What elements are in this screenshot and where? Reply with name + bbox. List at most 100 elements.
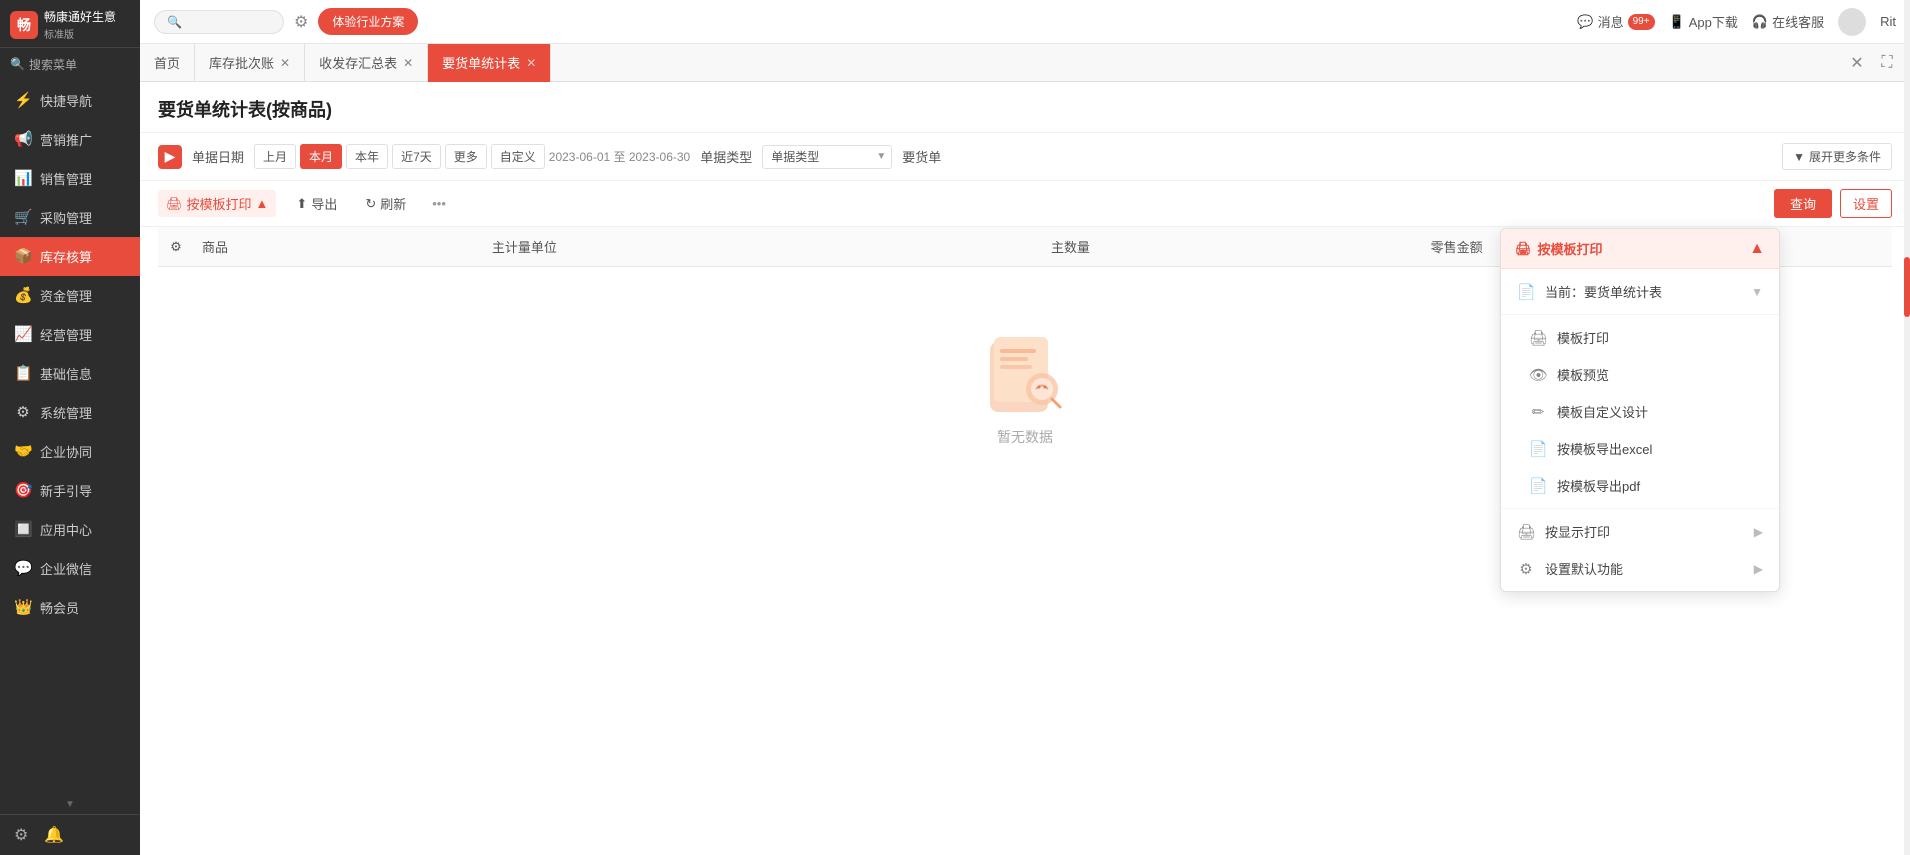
tab-close-btn[interactable]: ✕ — [1844, 50, 1870, 76]
date-range-display: 2023-06-01 至 2023-06-30 — [549, 148, 690, 165]
search-icon: 🔍 — [10, 57, 25, 71]
sidebar-item-quick-nav[interactable]: ⚡ 快捷导航 — [0, 81, 140, 120]
sidebar-item-marketing[interactable]: 📢 营销推广 — [0, 120, 140, 159]
sidebar-item-sales[interactable]: 📊 销售管理 — [0, 159, 140, 198]
sidebar-item-enterprise[interactable]: 🤝 企业协同 — [0, 432, 140, 471]
tab-order-label: 要货单统计表 — [442, 53, 520, 72]
app-version: 标准版 — [44, 26, 116, 41]
date-btn-this-month[interactable]: 本月 — [300, 144, 342, 169]
print-header-icon: 🖨 — [1515, 241, 1532, 257]
sidebar-item-purchase[interactable]: 🛒 采购管理 — [0, 198, 140, 237]
print-dropdown: 🖨 按模板打印 ▲ 📄 当前：要货单统计表 ▼ 🖨 模板打印 👁 — [1500, 228, 1780, 592]
sidebar-item-apps[interactable]: 🔲 应用中心 — [0, 510, 140, 549]
order-type-select[interactable]: 单据类型 — [762, 145, 892, 169]
guide-icon: 🎯 — [14, 481, 32, 499]
sidebar-item-label: 销售管理 — [40, 169, 92, 188]
sound-bottom-icon[interactable]: 🔔 — [44, 825, 64, 845]
dropdown-template-preview[interactable]: 👁 模板预览 — [1501, 356, 1779, 393]
app-download-label: App下载 — [1689, 12, 1738, 31]
date-btn-last-month[interactable]: 上月 — [254, 144, 296, 169]
expand-more-btn[interactable]: ▼ 展开更多条件 — [1782, 143, 1892, 170]
tab-order-close[interactable]: ✕ — [526, 56, 536, 70]
tab-receipts-summary[interactable]: 收发存汇总表 ✕ — [305, 44, 428, 82]
date-btn-more[interactable]: 更多 — [445, 144, 487, 169]
experience-btn[interactable]: 体验行业方案 — [318, 8, 418, 35]
app-name: 畅康通好生意 — [44, 10, 116, 26]
dropdown-default-function[interactable]: ⚙ 设置默认功能 ▶ — [1501, 550, 1779, 587]
template-custom-icon: ✏ — [1529, 403, 1547, 421]
settings-btn[interactable]: 设置 — [1840, 189, 1892, 218]
operation-icon: 📈 — [14, 325, 32, 343]
topbar-search[interactable]: 🔍 — [154, 10, 284, 34]
scrollbar-thumb[interactable] — [1904, 257, 1910, 317]
date-btn-custom[interactable]: 自定义 — [491, 144, 545, 169]
toolbar-more-btn[interactable]: ••• — [426, 192, 452, 215]
sidebar-item-label: 经营管理 — [40, 325, 92, 344]
tab-batch-account[interactable]: 库存批次账 ✕ — [195, 44, 305, 82]
date-btn-this-year[interactable]: 本年 — [346, 144, 388, 169]
sidebar-item-system[interactable]: ⚙ 系统管理 — [0, 393, 140, 432]
tab-receipts-close[interactable]: ✕ — [403, 56, 413, 70]
user-avatar[interactable] — [1838, 8, 1866, 36]
dropdown-export-excel[interactable]: 📄 按模板导出excel — [1501, 430, 1779, 467]
template-print-label: 模板打印 — [1557, 328, 1763, 347]
order-type-select-wrapper: 单据类型 ▼ — [762, 145, 892, 169]
apps-icon: 🔲 — [14, 520, 32, 538]
tab-maximize-btn[interactable]: ⛶ — [1874, 50, 1900, 76]
filter-expand-btn[interactable]: ▶ — [158, 145, 182, 169]
sidebar-item-operation[interactable]: 📈 经营管理 — [0, 315, 140, 354]
tab-order-stats[interactable]: 要货单统计表 ✕ — [428, 44, 551, 82]
sidebar-item-member[interactable]: 👑 畅会员 — [0, 588, 140, 627]
expand-icon: ▼ — [1793, 150, 1805, 164]
sidebar-item-guide[interactable]: 🎯 新手引导 — [0, 471, 140, 510]
sidebar-item-wechat[interactable]: 💬 企业微信 — [0, 549, 140, 588]
sidebar-item-basic[interactable]: 📋 基础信息 — [0, 354, 140, 393]
sidebar-scroll-down[interactable]: ▼ — [0, 795, 140, 814]
sidebar-item-inventory[interactable]: 📦 库存核算 — [0, 237, 140, 276]
service-icon: 🎧 — [1752, 14, 1768, 30]
filter-bar: ▶ 单据日期 上月 本月 本年 近7天 更多 自定义 2023-06-01 至 … — [140, 133, 1910, 181]
sidebar-search[interactable]: 🔍 搜索菜单 — [0, 48, 140, 81]
messages-action[interactable]: 💬 消息 99+ — [1577, 12, 1654, 31]
sidebar-item-label: 新手引导 — [40, 481, 92, 500]
page-header: 要货单统计表(按商品) — [140, 82, 1910, 133]
dropdown-display-print[interactable]: 🖨 按显示打印 ▶ — [1501, 513, 1779, 550]
tab-home[interactable]: 首页 — [140, 44, 195, 82]
tab-batch-close[interactable]: ✕ — [280, 56, 290, 70]
query-btn[interactable]: 查询 — [1774, 189, 1832, 218]
dropdown-export-pdf[interactable]: 📄 按模板导出pdf — [1501, 467, 1779, 504]
export-excel-icon: 📄 — [1529, 440, 1547, 458]
app-name-block: 畅康通好生意 标准版 — [44, 10, 116, 41]
download-icon: 📱 — [1669, 14, 1685, 30]
app-download-action[interactable]: 📱 App下载 — [1669, 12, 1738, 31]
sidebar-item-label: 企业协同 — [40, 442, 92, 461]
topbar-gear-icon[interactable]: ⚙ — [294, 12, 308, 32]
print-template-btn[interactable]: 🖨 按模板打印 ▲ — [158, 190, 276, 217]
dropdown-template-custom[interactable]: ✏ 模板自定义设计 — [1501, 393, 1779, 430]
sidebar-item-label: 系统管理 — [40, 403, 92, 422]
sidebar-item-label: 采购管理 — [40, 208, 92, 227]
right-scrollbar[interactable] — [1904, 0, 1910, 855]
action-toolbar: 🖨 按模板打印 ▲ ⬆ 导出 ↻ 刷新 ••• 查询 设置 — [140, 181, 1910, 227]
dropdown-template-print[interactable]: 🖨 模板打印 — [1501, 319, 1779, 356]
export-pdf-icon: 📄 — [1529, 477, 1547, 495]
date-btn-7days[interactable]: 近7天 — [392, 144, 441, 169]
refresh-btn[interactable]: ↻ 刷新 — [357, 190, 414, 217]
th-gear[interactable]: ⚙ — [158, 227, 194, 267]
print-dropdown-title-text: 按模板打印 — [1538, 239, 1603, 258]
current-arrow: ▼ — [1751, 285, 1763, 299]
dropdown-display-section: 🖨 按显示打印 ▶ ⚙ 设置默认功能 ▶ — [1501, 509, 1779, 591]
print-dropdown-close-btn[interactable]: ▲ — [1749, 240, 1765, 258]
export-label: 导出 — [311, 194, 337, 213]
dropdown-current-item[interactable]: 📄 当前：要货单统计表 ▼ — [1501, 273, 1779, 310]
app-logo-icon: 畅 — [10, 11, 38, 39]
online-service-action[interactable]: 🎧 在线客服 — [1752, 12, 1824, 31]
filter-right: ▼ 展开更多条件 — [1782, 143, 1892, 170]
export-btn[interactable]: ⬆ 导出 — [288, 190, 345, 217]
extra-filter-label: 要货单 — [902, 147, 941, 166]
tabbar-right: ✕ ⛶ — [1844, 50, 1910, 76]
sidebar-item-finance[interactable]: 💰 资金管理 — [0, 276, 140, 315]
display-print-icon: 🖨 — [1517, 523, 1535, 541]
settings-bottom-icon[interactable]: ⚙ — [14, 825, 28, 845]
dropdown-main-section: 🖨 模板打印 👁 模板预览 ✏ 模板自定义设计 📄 按模板导出excel 📄 — [1501, 315, 1779, 509]
